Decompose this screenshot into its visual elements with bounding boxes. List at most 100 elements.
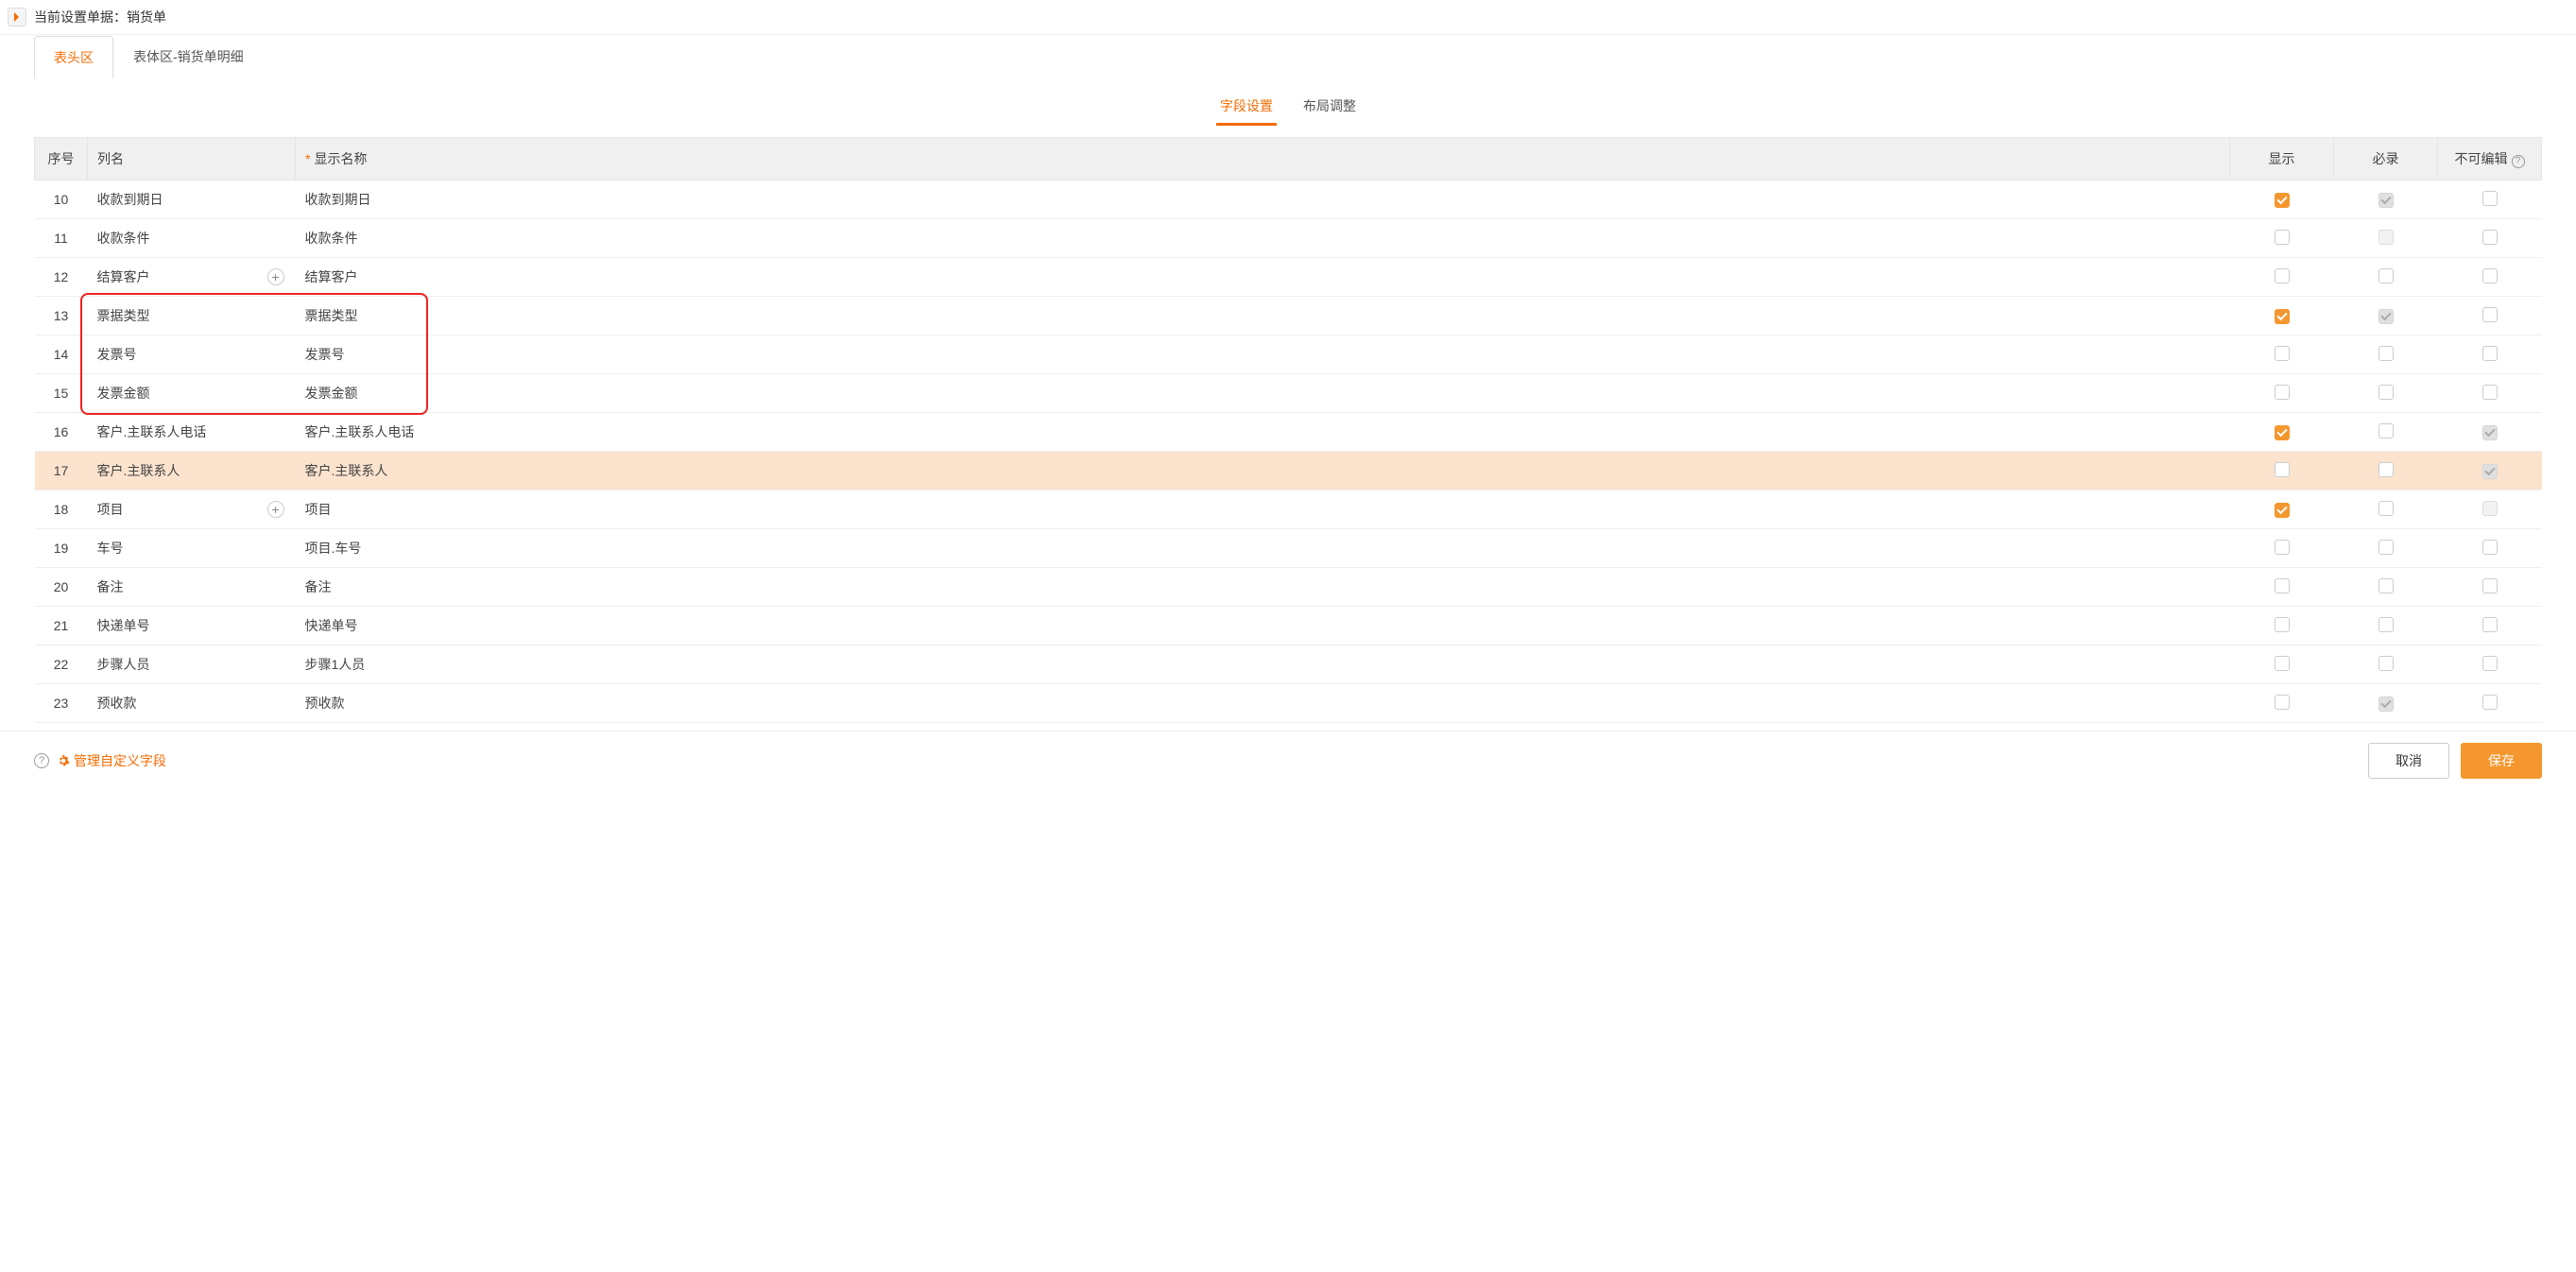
cell-required bbox=[2334, 374, 2438, 413]
required-checkbox[interactable] bbox=[2379, 462, 2394, 477]
required-checkbox[interactable] bbox=[2379, 617, 2394, 632]
noedit-checkbox[interactable] bbox=[2482, 540, 2498, 555]
show-checkbox[interactable] bbox=[2275, 385, 2290, 400]
noedit-checkbox[interactable] bbox=[2482, 695, 2498, 710]
cell-display-name[interactable]: 收款条件 bbox=[296, 219, 2230, 258]
cell-display-name[interactable]: 客户.主联系人电话 bbox=[296, 413, 2230, 452]
cell-show bbox=[2230, 529, 2334, 568]
cell-col-name: 客户.主联系人 bbox=[88, 452, 296, 490]
show-checkbox[interactable] bbox=[2275, 462, 2290, 477]
required-checkbox[interactable] bbox=[2379, 423, 2394, 438]
cell-col-name: 备注 bbox=[88, 568, 296, 607]
save-button[interactable]: 保存 bbox=[2461, 743, 2542, 779]
show-checkbox[interactable] bbox=[2275, 268, 2290, 284]
cell-show bbox=[2230, 413, 2334, 452]
cell-seq: 12 bbox=[35, 258, 88, 297]
noedit-checkbox[interactable] bbox=[2482, 191, 2498, 206]
required-checkbox[interactable] bbox=[2379, 268, 2394, 284]
th-required: 必录 bbox=[2334, 138, 2438, 180]
tab-header-area[interactable]: 表头区 bbox=[34, 36, 113, 78]
cell-noedit bbox=[2438, 335, 2542, 374]
show-checkbox[interactable] bbox=[2275, 540, 2290, 555]
show-checkbox[interactable] bbox=[2275, 503, 2290, 518]
gear-icon bbox=[57, 754, 70, 767]
header-doc-name: 销货单 bbox=[127, 8, 166, 26]
cell-display-name[interactable]: 项目.车号 bbox=[296, 529, 2230, 568]
cell-display-name[interactable]: 项目 bbox=[296, 490, 2230, 529]
th-seq: 序号 bbox=[35, 138, 88, 180]
cell-display-name[interactable]: 发票号 bbox=[296, 335, 2230, 374]
show-checkbox[interactable] bbox=[2275, 695, 2290, 710]
show-checkbox[interactable] bbox=[2275, 656, 2290, 671]
show-checkbox[interactable] bbox=[2275, 230, 2290, 245]
cell-col-name: 项目+ bbox=[88, 490, 296, 529]
cell-display-name[interactable]: 备注 bbox=[296, 568, 2230, 607]
table-row: 20备注备注 bbox=[35, 568, 2542, 607]
required-checkbox[interactable] bbox=[2379, 656, 2394, 671]
cell-display-name[interactable]: 票据类型 bbox=[296, 297, 2230, 335]
required-checkbox[interactable] bbox=[2379, 501, 2394, 516]
show-checkbox[interactable] bbox=[2275, 617, 2290, 632]
cell-display-name[interactable]: 客户.主联系人 bbox=[296, 452, 2230, 490]
table-row: 10收款到期日收款到期日 bbox=[35, 180, 2542, 219]
cell-required bbox=[2334, 529, 2438, 568]
table-row: 19车号项目.车号 bbox=[35, 529, 2542, 568]
th-display-name: *显示名称 bbox=[296, 138, 2230, 180]
cell-required bbox=[2334, 684, 2438, 723]
help-icon[interactable]: ? bbox=[2512, 155, 2525, 168]
cell-seq: 10 bbox=[35, 180, 88, 219]
required-checkbox[interactable] bbox=[2379, 346, 2394, 361]
sub-tab-layout-adjust[interactable]: 布局调整 bbox=[1299, 89, 1360, 126]
noedit-checkbox bbox=[2482, 501, 2498, 516]
noedit-checkbox[interactable] bbox=[2482, 656, 2498, 671]
plus-icon[interactable]: + bbox=[267, 268, 284, 285]
required-checkbox[interactable] bbox=[2379, 540, 2394, 555]
show-checkbox[interactable] bbox=[2275, 309, 2290, 324]
noedit-checkbox[interactable] bbox=[2482, 385, 2498, 400]
cell-display-name[interactable]: 步骤1人员 bbox=[296, 645, 2230, 684]
cell-seq: 11 bbox=[35, 219, 88, 258]
sub-tabs: 字段设置 布局调整 bbox=[0, 77, 2576, 126]
table-row: 23预收款预收款 bbox=[35, 684, 2542, 723]
sub-tab-field-settings[interactable]: 字段设置 bbox=[1216, 89, 1277, 126]
noedit-checkbox[interactable] bbox=[2482, 307, 2498, 322]
cell-col-name: 发票号 bbox=[88, 335, 296, 374]
noedit-checkbox[interactable] bbox=[2482, 617, 2498, 632]
cancel-button[interactable]: 取消 bbox=[2368, 743, 2449, 779]
noedit-checkbox[interactable] bbox=[2482, 268, 2498, 284]
cell-display-name[interactable]: 预收款 bbox=[296, 684, 2230, 723]
show-checkbox[interactable] bbox=[2275, 193, 2290, 208]
required-checkbox[interactable] bbox=[2379, 385, 2394, 400]
cell-show bbox=[2230, 452, 2334, 490]
cell-col-name: 步骤人员 bbox=[88, 645, 296, 684]
cell-noedit bbox=[2438, 258, 2542, 297]
cell-display-name[interactable]: 快递单号 bbox=[296, 607, 2230, 645]
question-icon[interactable]: ? bbox=[34, 753, 49, 768]
header-title-prefix: 当前设置单据： bbox=[34, 8, 127, 26]
required-checkbox[interactable] bbox=[2379, 578, 2394, 593]
noedit-checkbox bbox=[2482, 464, 2498, 479]
cell-col-name: 发票金额 bbox=[88, 374, 296, 413]
th-not-editable: 不可编辑? bbox=[2438, 138, 2542, 180]
cell-show bbox=[2230, 568, 2334, 607]
cell-noedit bbox=[2438, 413, 2542, 452]
collapse-toggle[interactable] bbox=[8, 8, 26, 26]
show-checkbox[interactable] bbox=[2275, 425, 2290, 440]
tab-body-area[interactable]: 表体区-销货单明细 bbox=[113, 35, 264, 77]
plus-icon[interactable]: + bbox=[267, 501, 284, 518]
manage-custom-fields-link[interactable]: 管理自定义字段 bbox=[57, 751, 166, 770]
table-wrap: 序号 列名 *显示名称 显示 必录 不可编辑? 10收款到期日收款到期日11收款… bbox=[0, 137, 2576, 723]
noedit-checkbox[interactable] bbox=[2482, 578, 2498, 593]
required-checkbox bbox=[2379, 193, 2394, 208]
noedit-checkbox[interactable] bbox=[2482, 230, 2498, 245]
cell-display-name[interactable]: 收款到期日 bbox=[296, 180, 2230, 219]
cell-col-name: 票据类型 bbox=[88, 297, 296, 335]
show-checkbox[interactable] bbox=[2275, 346, 2290, 361]
show-checkbox[interactable] bbox=[2275, 578, 2290, 593]
cell-noedit bbox=[2438, 452, 2542, 490]
cell-show bbox=[2230, 219, 2334, 258]
cell-display-name[interactable]: 发票金额 bbox=[296, 374, 2230, 413]
cell-display-name[interactable]: 结算客户 bbox=[296, 258, 2230, 297]
cell-col-name: 客户.主联系人电话 bbox=[88, 413, 296, 452]
noedit-checkbox[interactable] bbox=[2482, 346, 2498, 361]
